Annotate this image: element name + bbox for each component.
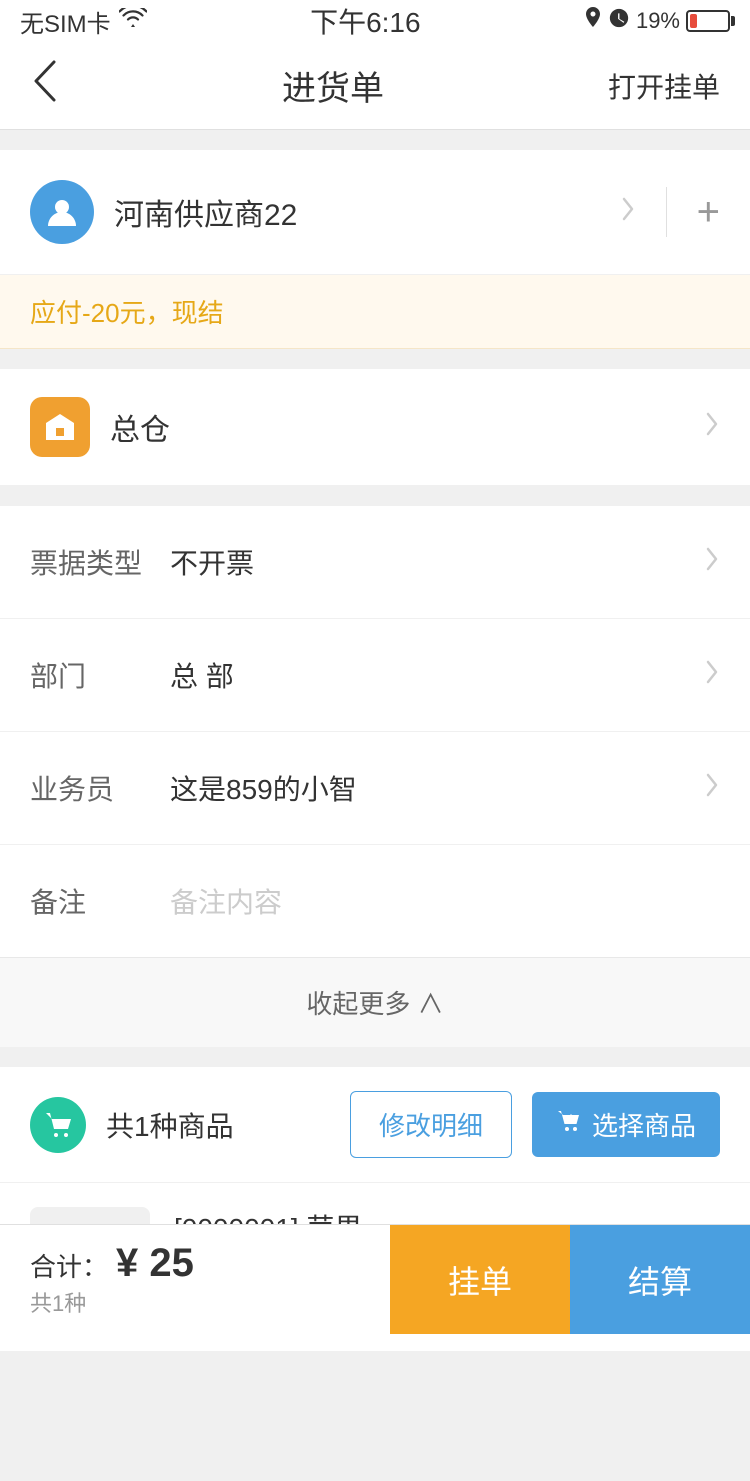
salesperson-value: 这是859的小智 [170, 768, 704, 808]
products-count: 共1种商品 [106, 1105, 330, 1145]
section-gap-1 [0, 130, 750, 150]
notice-bar: 应付-20元，现结 [0, 275, 750, 349]
edit-details-button[interactable]: 修改明细 [350, 1091, 512, 1158]
department-chevron-icon [704, 658, 720, 693]
divider [666, 187, 667, 237]
notice-text: 应付-20元，现结 [30, 298, 224, 328]
cart-icon [556, 1109, 584, 1140]
supplier-section: 河南供应商22 + 应付-20元，现结 [0, 150, 750, 349]
supplier-row[interactable]: 河南供应商22 + [0, 150, 750, 275]
select-product-button[interactable]: 选择商品 [532, 1092, 720, 1157]
checkout-button[interactable]: 结算 [570, 1225, 750, 1334]
remark-label: 备注 [30, 881, 170, 921]
total-count: 共1种 [30, 1286, 360, 1318]
page-title: 进货单 [282, 61, 384, 110]
open-hang-button[interactable]: 打开挂单 [608, 66, 720, 106]
checkout-label: 结算 [628, 1257, 692, 1303]
status-left: 无SIM卡 [20, 4, 147, 39]
hang-label: 挂单 [448, 1257, 512, 1303]
status-time: 下午6:16 [310, 1, 421, 41]
warehouse-row[interactable]: 总仓 [0, 369, 750, 485]
supplier-avatar [30, 180, 94, 244]
location-icon [584, 7, 602, 35]
products-icon [30, 1097, 86, 1153]
salesperson-row[interactable]: 业务员 这是859的小智 [0, 731, 750, 844]
total-label: 合计： [30, 1247, 108, 1284]
alarm-icon [608, 7, 630, 35]
collapse-button[interactable]: 收起更多 ∧ [0, 957, 750, 1047]
department-value: 总 部 [170, 655, 704, 695]
remark-row[interactable]: 备注 备注内容 [0, 844, 750, 957]
bottom-bar: 合计： ¥ 25 共1种 挂单 结算 [0, 1224, 750, 1334]
nav-bar: 进货单 打开挂单 [0, 42, 750, 130]
section-gap-4 [0, 1047, 750, 1067]
department-label: 部门 [30, 655, 170, 695]
warehouse-chevron-icon [704, 410, 720, 445]
products-header: 共1种商品 修改明细 选择商品 [0, 1067, 750, 1182]
back-button[interactable] [30, 58, 58, 113]
ticket-type-row[interactable]: 票据类型 不开票 [0, 505, 750, 618]
select-product-label: 选择商品 [592, 1106, 696, 1143]
wifi-icon [119, 7, 147, 35]
sim-text: 无SIM卡 [20, 4, 111, 39]
status-bar: 无SIM卡 下午6:16 19% [0, 0, 750, 42]
supplier-name: 河南供应商22 [114, 190, 620, 234]
section-gap-3 [0, 485, 750, 505]
add-button[interactable]: + [697, 190, 720, 235]
warehouse-icon [30, 397, 90, 457]
form-section: 票据类型 不开票 部门 总 部 业务员 这是859的小智 备注 备注内容 [0, 505, 750, 1047]
status-right: 19% [584, 7, 730, 35]
total-amount: ¥ 25 [116, 1241, 194, 1286]
hang-button[interactable]: 挂单 [390, 1225, 570, 1334]
battery-icon [686, 10, 730, 32]
ticket-type-value: 不开票 [170, 542, 704, 582]
department-row[interactable]: 部门 总 部 [0, 618, 750, 731]
bottom-spacer [0, 1351, 750, 1481]
warehouse-name: 总仓 [110, 405, 704, 449]
warehouse-section: 总仓 [0, 369, 750, 485]
salesperson-chevron-icon [704, 771, 720, 806]
ticket-type-chevron-icon [704, 545, 720, 580]
supplier-chevron-icon [620, 195, 636, 230]
section-gap-2 [0, 349, 750, 369]
salesperson-label: 业务员 [30, 768, 170, 808]
battery-percent: 19% [636, 8, 680, 34]
ticket-type-label: 票据类型 [30, 542, 170, 582]
remark-placeholder: 备注内容 [170, 881, 720, 921]
total-section: 合计： ¥ 25 共1种 [0, 1225, 390, 1334]
